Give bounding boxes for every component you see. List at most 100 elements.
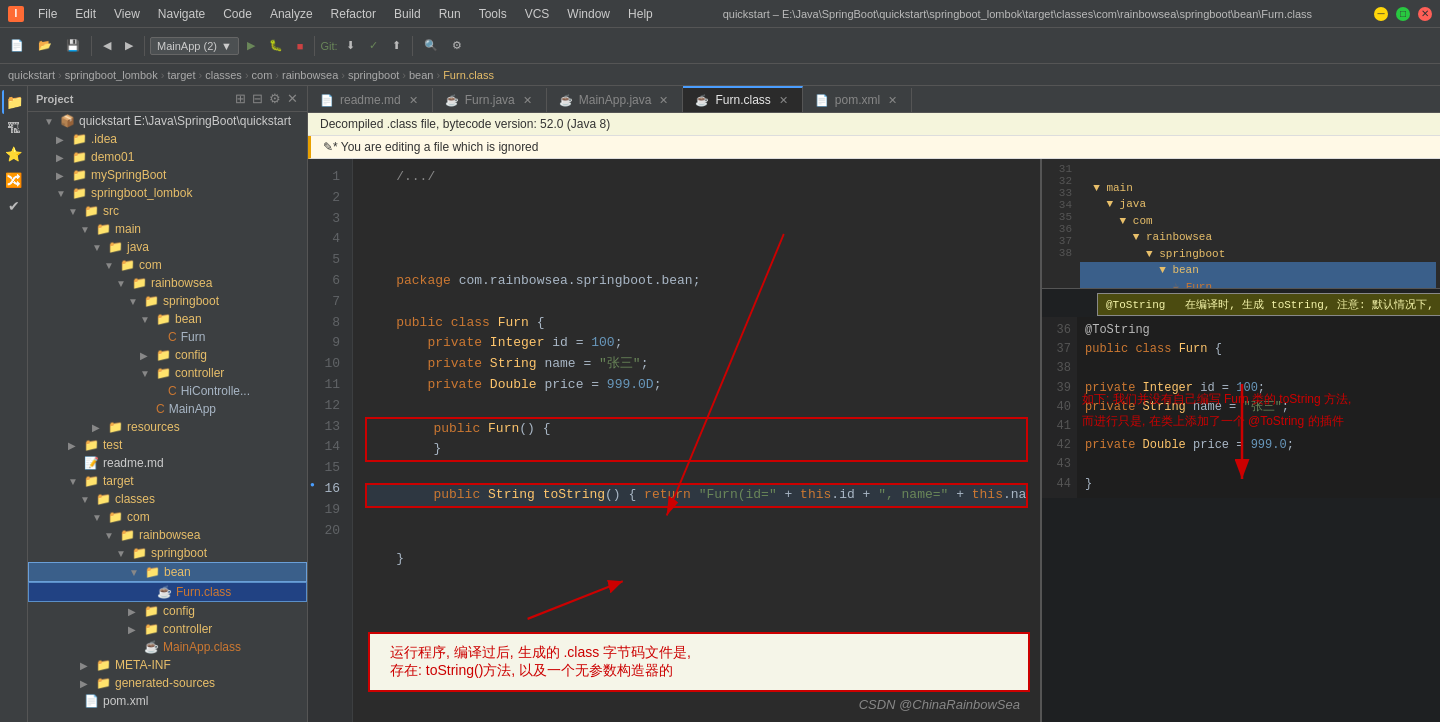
tree-item-furn-class[interactable]: ▶ ☕ Furn.class [28,582,307,602]
menu-run[interactable]: Run [431,5,469,23]
git-label: Git: [320,40,337,52]
tree-item-rainbowsea[interactable]: ▼ 📁 rainbowsea [28,274,307,292]
activity-structure[interactable]: 🏗 [2,116,26,140]
tree-item-com[interactable]: ▼ 📁 com [28,256,307,274]
menu-bar[interactable]: File Edit View Navigate Code Analyze Ref… [30,5,661,23]
menu-vcs[interactable]: VCS [517,5,558,23]
tree-item-resources[interactable]: ▶ 📁 resources [28,418,307,436]
debug-button[interactable]: 🐛 [263,36,289,55]
tree-item-bean-target[interactable]: ▼ 📁 bean [28,562,307,582]
run-button[interactable]: ▶ [241,36,261,55]
tab-furn-class[interactable]: ☕ Furn.class ✕ [683,86,802,112]
classfile-icon: ☕ [144,640,159,654]
panel-settings-icon[interactable]: ⚙ [268,90,282,107]
toolbar-new[interactable]: 📄 [4,36,30,55]
tree-item-src[interactable]: ▼ 📁 src [28,202,307,220]
tree-item-springboot[interactable]: ▼ 📁 springboot [28,292,307,310]
activity-favorites[interactable]: ⭐ [2,142,26,166]
line-num-19: 19 [312,500,348,521]
toolbar-back[interactable]: ◀ [97,36,117,55]
close-button[interactable]: ✕ [1418,7,1432,21]
tab-furn-java-close[interactable]: ✕ [521,94,534,107]
line-num-11: 11 [312,375,348,396]
tree-item-generated-sources[interactable]: ▶ 📁 generated-sources [28,674,307,692]
menu-edit[interactable]: Edit [67,5,104,23]
tree-item-config-src[interactable]: ▶ 📁 config [28,346,307,364]
tree-item-quickstart[interactable]: ▼ 📦 quickstart E:\Java\SpringBoot\quicks… [28,112,307,130]
tree-item-lombok[interactable]: ▼ 📁 springboot_lombok [28,184,307,202]
tree-item-idea[interactable]: ▶ 📁 .idea [28,130,307,148]
panel-close-icon[interactable]: ✕ [286,90,299,107]
tab-pom[interactable]: 📄 pom.xml ✕ [803,88,912,112]
menu-build[interactable]: Build [386,5,429,23]
menu-navigate[interactable]: Navigate [150,5,213,23]
breadcrumb-lombok[interactable]: springboot_lombok [65,69,158,81]
stop-button[interactable]: ■ [291,37,310,55]
folder-icon: 📁 [72,168,87,182]
breadcrumb-target[interactable]: target [167,69,195,81]
breadcrumb-rainbowsea[interactable]: rainbowsea [282,69,338,81]
tree-item-myspringboot[interactable]: ▶ 📁 mySpringBoot [28,166,307,184]
menu-window[interactable]: Window [559,5,618,23]
search-button[interactable]: 🔍 [418,36,444,55]
tab-mainapp-java[interactable]: ☕ MainApp.java ✕ [547,88,684,112]
tab-readme[interactable]: 📄 readme.md ✕ [308,88,433,112]
git-commit[interactable]: ✓ [363,36,384,55]
tree-item-main[interactable]: ▼ 📁 main [28,220,307,238]
tree-item-bean-src[interactable]: ▼ 📁 bean [28,310,307,328]
tree-item-readme-md[interactable]: ▶ 📝 readme.md [28,454,307,472]
tab-mainapp-close[interactable]: ✕ [657,94,670,107]
menu-tools[interactable]: Tools [471,5,515,23]
menu-code[interactable]: Code [215,5,260,23]
tree-item-meta-inf[interactable]: ▶ 📁 META-INF [28,656,307,674]
menu-help[interactable]: Help [620,5,661,23]
toolbar-open[interactable]: 📂 [32,36,58,55]
menu-analyze[interactable]: Analyze [262,5,321,23]
tree-item-controller-src[interactable]: ▼ 📁 controller [28,364,307,382]
activity-vcs[interactable]: 🔀 [2,168,26,192]
tree-label-test: test [103,438,122,452]
menu-refactor[interactable]: Refactor [323,5,384,23]
tree-item-hicontroller[interactable]: ▶ C HiControlle... [28,382,307,400]
tree-item-classes[interactable]: ▼ 📁 classes [28,490,307,508]
tab-readme-close[interactable]: ✕ [407,94,420,107]
tree-item-config-target[interactable]: ▶ 📁 config [28,602,307,620]
breadcrumb-classes[interactable]: classes [205,69,242,81]
activity-commit[interactable]: ✔ [2,194,26,218]
git-update[interactable]: ⬇ [340,36,361,55]
window-controls[interactable]: ─ □ ✕ [1374,7,1432,21]
menu-view[interactable]: View [106,5,148,23]
tab-furn-java[interactable]: ☕ Furn.java ✕ [433,88,547,112]
breadcrumb-bean[interactable]: bean [409,69,433,81]
tree-item-furn-java[interactable]: ▶ C Furn [28,328,307,346]
toolbar-save[interactable]: 💾 [60,36,86,55]
activity-project[interactable]: 📁 [2,90,26,114]
tree-item-mainapp-src[interactable]: ▶ C MainApp [28,400,307,418]
panel-collapse-icon[interactable]: ⊟ [251,90,264,107]
settings-button[interactable]: ⚙ [446,36,468,55]
tree-item-test[interactable]: ▶ 📁 test [28,436,307,454]
tree-item-com-target[interactable]: ▼ 📁 com [28,508,307,526]
run-config-dropdown[interactable]: MainApp (2) ▼ [150,37,239,55]
panel-expand-icon[interactable]: ⊞ [234,90,247,107]
tree-item-mainapp-class[interactable]: ▶ ☕ MainApp.class [28,638,307,656]
tree-item-pom[interactable]: ▶ 📄 pom.xml [28,692,307,710]
panel-actions[interactable]: ⊞ ⊟ ⚙ ✕ [234,90,299,107]
menu-file[interactable]: File [30,5,65,23]
breadcrumb-springboot[interactable]: springboot [348,69,399,81]
tree-item-java[interactable]: ▼ 📁 java [28,238,307,256]
tab-pom-close[interactable]: ✕ [886,94,899,107]
toolbar-forward[interactable]: ▶ [119,36,139,55]
tree-item-demo01[interactable]: ▶ 📁 demo01 [28,148,307,166]
tree-item-springboot-target[interactable]: ▼ 📁 springboot [28,544,307,562]
tree-item-target[interactable]: ▼ 📁 target [28,472,307,490]
tab-furn-class-close[interactable]: ✕ [777,94,790,107]
tree-item-rainbowsea-target[interactable]: ▼ 📁 rainbowsea [28,526,307,544]
minimize-button[interactable]: ─ [1374,7,1388,21]
outer-split: 1 2 3 4 5 6 7 8 9 10 11 12 13 14 [308,159,1440,722]
tree-item-controller-target[interactable]: ▶ 📁 controller [28,620,307,638]
breadcrumb-quickstart[interactable]: quickstart [8,69,55,81]
breadcrumb-com[interactable]: com [252,69,273,81]
git-push[interactable]: ⬆ [386,36,407,55]
maximize-button[interactable]: □ [1396,7,1410,21]
